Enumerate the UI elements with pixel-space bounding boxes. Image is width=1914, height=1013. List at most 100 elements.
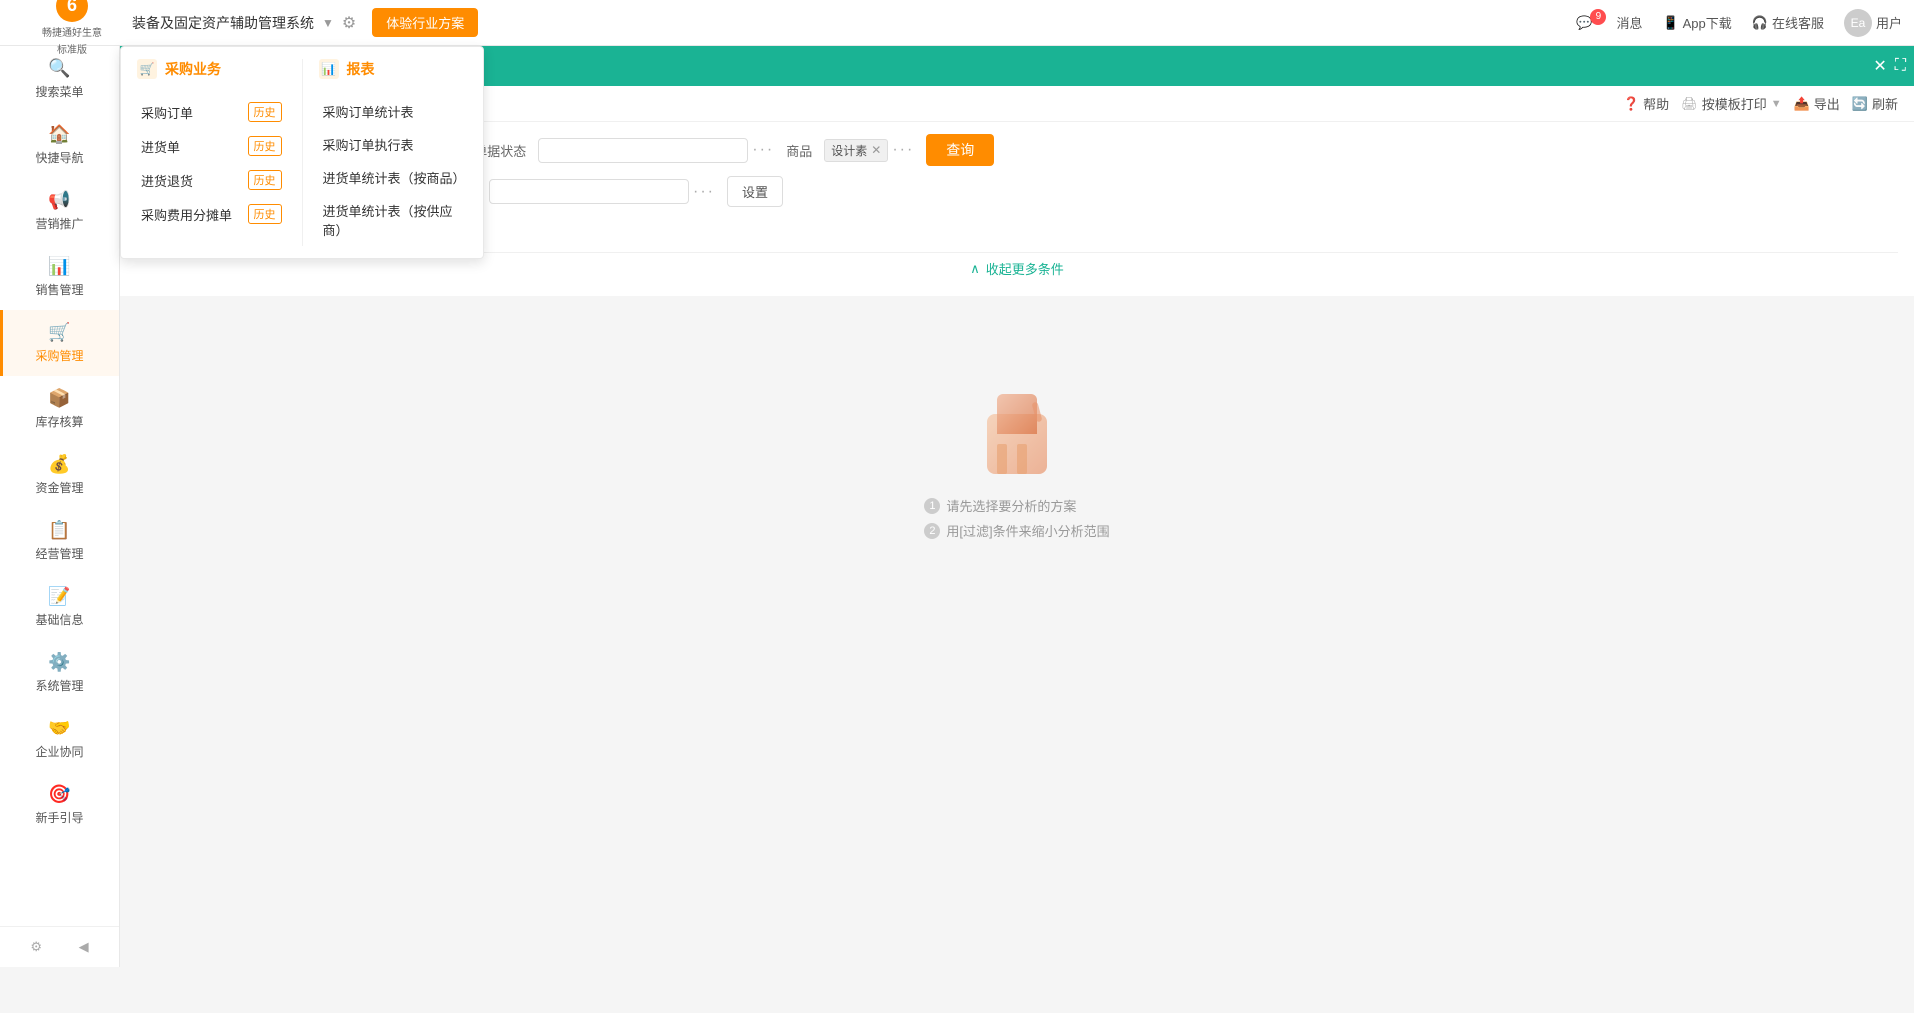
status-selector[interactable]: ··· [538,138,774,163]
salesperson-input[interactable] [489,179,689,204]
goods-tag-text: 设计素 [831,142,867,159]
empty-hints: 1 请先选择要分析的方案 2 用[过滤]条件来缩小分析范围 [924,496,1109,540]
tab-expand-icon[interactable]: ⛶ [1895,57,1906,75]
refresh-label: 刷新 [1872,94,1898,113]
menu-item-label: 采购订单 [141,103,193,122]
sidebar-item-purchase[interactable]: 🛒 采购管理 [0,310,119,376]
help-button[interactable]: ❓ 帮助 [1623,94,1669,113]
purchase-dropdown-menu: 🛒 采购业务 采购订单 历史 进货单 历史 进货退货 历史 采购费用分摊单 历史 [120,46,484,259]
marketing-icon: 📢 [48,190,70,211]
message-button[interactable]: 💬 9 消息 [1576,13,1642,32]
sidebar-item-system[interactable]: ⚙️ 系统管理 [0,640,119,706]
export-label: 导出 [1814,94,1840,113]
goods-selector[interactable]: 设计素 ✕ ··· [824,139,914,162]
sidebar-item-basicinfo[interactable]: 📝 基础信息 [0,574,119,640]
menu-item-label: 采购订单执行表 [323,135,414,154]
top-right-area: 💬 9 消息 📱 App下载 🎧 在线客服 Ea 用户 [1576,9,1902,37]
menu-item-purchase-order[interactable]: 采购订单 历史 [137,95,286,129]
top-bar: 6 畅捷通好生意 标准版 装备及固定资产辅助管理系统 ▼ ⚙ 体验行业方案 💬 … [0,0,1914,46]
hint-number-1: 1 [924,498,940,514]
headset-icon: 🎧 [1752,15,1768,31]
goods-tag: 设计素 ✕ [824,139,888,162]
sidebar-item-finance[interactable]: 💰 资金管理 [0,442,119,508]
sidebar-item-label: 基础信息 [35,611,83,628]
illus-leg-right [1017,444,1027,474]
history-badge: 历史 [248,102,282,122]
sidebar-item-label: 新手引导 [35,809,83,826]
purchase-icon: 🛒 [48,322,70,343]
app-download-label: App下载 [1683,13,1732,32]
print-label: 按模板打印 [1702,94,1767,113]
settings-bottom-icon[interactable]: ⚙ [30,939,42,955]
sidebar-item-search[interactable]: 🔍 搜索菜单 [0,46,119,112]
sidebar-item-label: 营销推广 [35,215,83,232]
sales-icon: 📊 [48,256,70,277]
status-more-icon[interactable]: ··· [752,141,774,159]
illus-leg-left [997,444,1007,474]
empty-hint-text-1: 请先选择要分析的方案 [946,496,1076,515]
empty-hint-text-2: 用[过滤]条件来缩小分析范围 [946,521,1109,540]
sidebar-item-enterprise[interactable]: 🤝 企业协同 [0,706,119,772]
menu-item-label: 进货单统计表（按商品） [323,168,464,187]
menu-item-expense[interactable]: 采购费用分摊单 历史 [137,197,286,231]
industry-button[interactable]: 体验行业方案 [372,8,478,37]
sidebar-item-label: 系统管理 [35,677,83,694]
print-button[interactable]: 🖨 按模板打印 ▼ [1681,94,1781,113]
inventory-icon: 📦 [48,388,70,409]
export-icon: 📤 [1794,96,1810,112]
menu-column-report: 📊 报表 采购订单统计表 采购订单执行表 进货单统计表（按商品） 进货单统计表（… [302,59,484,246]
salesperson-more-icon[interactable]: ··· [693,183,715,201]
logo-area: 6 畅捷通好生意 标准版 [12,0,132,56]
export-button[interactable]: 📤 导出 [1794,94,1840,113]
menu-item-return[interactable]: 进货退货 历史 [137,163,286,197]
goods-tag-close[interactable]: ✕ [871,143,881,157]
phone-icon: 📱 [1662,15,1678,31]
sidebar-item-guide[interactable]: 🎯 新手引导 [0,772,119,838]
sidebar-item-sales[interactable]: 📊 销售管理 [0,244,119,310]
edition-label: 标准版 [57,41,87,56]
sidebar: 🔍 搜索菜单 🏠 快捷导航 📢 营销推广 📊 销售管理 🛒 采购管理 📦 库存核… [0,46,120,967]
menu-item-label: 进货退货 [141,171,193,190]
sidebar-item-quicknav[interactable]: 🏠 快捷导航 [0,112,119,178]
online-service-label: 在线客服 [1772,13,1824,32]
query-button[interactable]: 查询 [926,134,994,166]
enterprise-icon: 🤝 [48,718,70,739]
sidebar-item-label: 经营管理 [35,545,83,562]
system-icon: ⚙️ [48,652,70,673]
online-service-button[interactable]: 🎧 在线客服 [1752,13,1824,32]
dropdown-menu-container: 🛒 采购业务 采购订单 历史 进货单 历史 进货退货 历史 采购费用分摊单 历史 [120,46,484,259]
tab-close-all-icon[interactable]: ✕ [1873,56,1886,76]
menu-item-incoming-stats-goods[interactable]: 进货单统计表（按商品） [319,161,468,194]
menu-item-order-stats[interactable]: 采购订单统计表 [319,95,468,128]
goods-more-icon[interactable]: ··· [892,141,914,159]
message-count-badge: 9 [1590,9,1606,25]
refresh-button[interactable]: 🔄 刷新 [1852,94,1898,113]
menu-item-incoming-stats-supplier[interactable]: 进货单统计表（按供应商） [319,194,468,246]
goods-label: 商品 [786,141,812,160]
sidebar-item-operations[interactable]: 📋 经营管理 [0,508,119,574]
menu-item-label: 进货单 [141,137,180,156]
brand-name: 畅捷通好生意 [42,24,102,39]
salesperson-selector[interactable]: ··· [489,179,715,204]
print-dropdown-icon[interactable]: ▼ [1771,98,1782,110]
sidebar-item-marketing[interactable]: 📢 营销推广 [0,178,119,244]
menu-item-incoming[interactable]: 进货单 历史 [137,129,286,163]
menu-section-purchase-title: 🛒 采购业务 [137,59,286,85]
sidebar-item-label: 企业协同 [35,743,83,760]
collapse-sidebar-icon[interactable]: ◀ [79,939,89,955]
user-menu-button[interactable]: Ea 用户 [1844,9,1902,37]
home-icon: 🏠 [48,124,70,145]
status-input[interactable] [538,138,748,163]
sidebar-item-inventory[interactable]: 📦 库存核算 [0,376,119,442]
report-section-icon: 📊 [319,59,339,79]
menu-item-order-exec[interactable]: 采购订单执行表 [319,128,468,161]
system-title-text: 装备及固定资产辅助管理系统 [132,13,314,33]
system-settings-icon[interactable]: ⚙ [342,13,356,33]
app-download-button[interactable]: 📱 App下载 [1662,13,1731,32]
sidebar-item-label: 搜索菜单 [35,83,83,100]
tab-bar-actions: ✕ ⛶ [1873,56,1906,76]
sidebar-item-label: 快捷导航 [35,149,83,166]
setting-button[interactable]: 设置 [727,176,783,207]
system-dropdown-arrow[interactable]: ▼ [322,16,334,30]
message-label: 消息 [1616,13,1642,32]
